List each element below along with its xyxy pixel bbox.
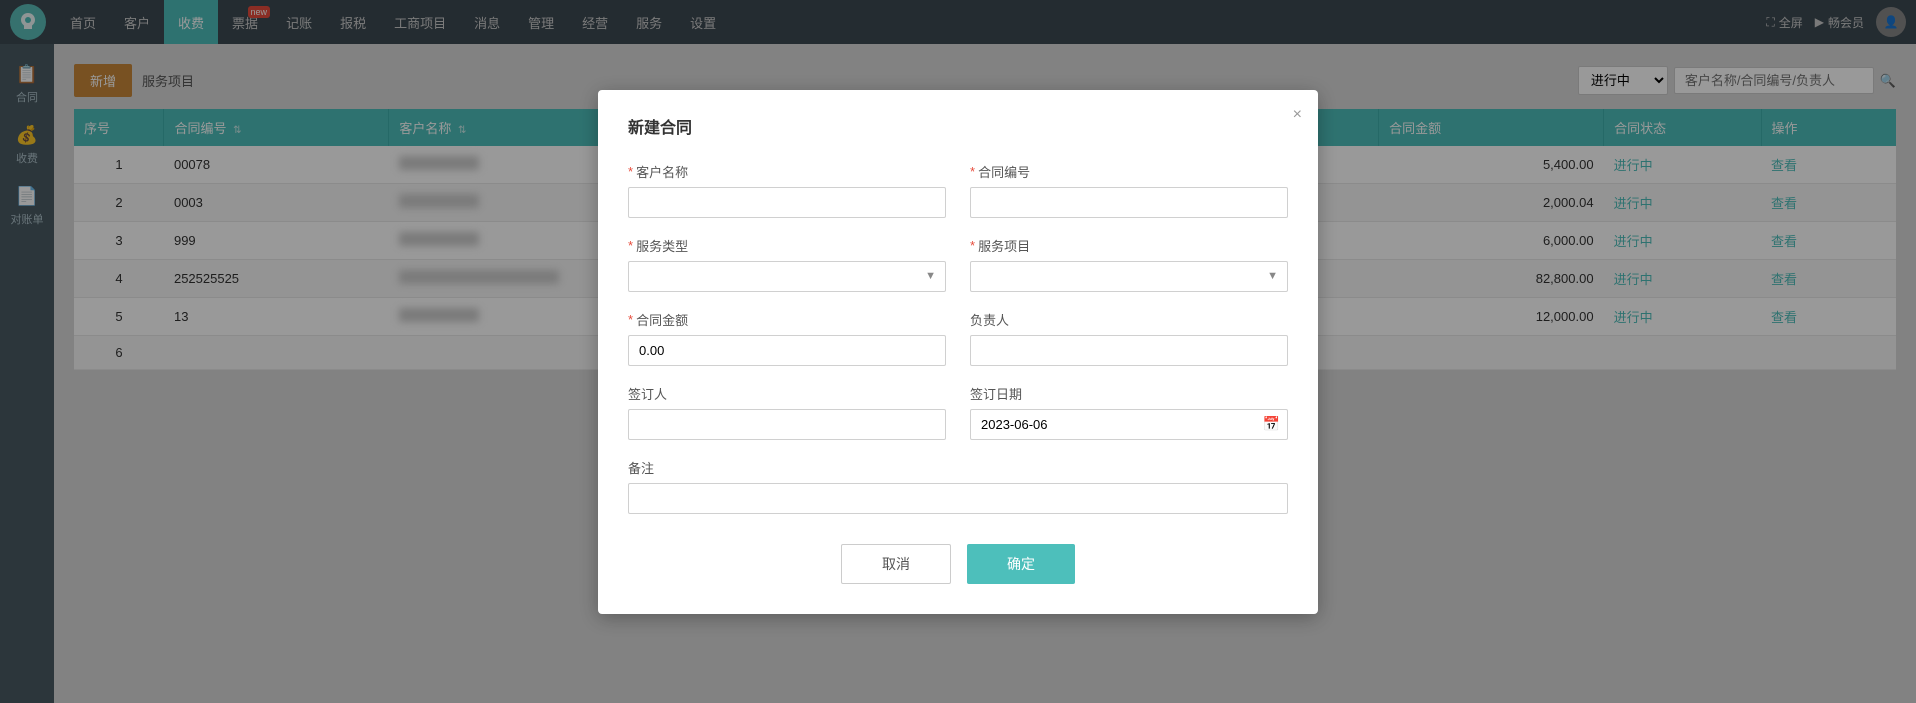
service-type-label: * 服务类型 — [628, 236, 946, 255]
sign-date-wrap: 📅 — [970, 409, 1288, 440]
required-marker4: * — [970, 238, 975, 253]
contract-no-input[interactable] — [970, 187, 1288, 218]
signer-label: 签订人 — [628, 384, 946, 403]
amount-label: * 合同金额 — [628, 310, 946, 329]
confirm-button[interactable]: 确定 — [967, 544, 1075, 584]
form-grid: * 客户名称 * 合同编号 * 服务类型 — [628, 162, 1288, 440]
field-service-item: * 服务项目 ▼ — [970, 236, 1288, 292]
notes-label: 备注 — [628, 458, 1288, 477]
cancel-button[interactable]: 取消 — [841, 544, 951, 584]
field-customer-name: * 客户名称 — [628, 162, 946, 218]
modal-overlay: 新建合同 × * 客户名称 * 合同编号 — [0, 0, 1916, 703]
service-item-select-wrap: ▼ — [970, 261, 1288, 292]
service-type-select[interactable] — [628, 261, 946, 292]
field-notes: 备注 — [628, 458, 1288, 514]
modal-close-button[interactable]: × — [1293, 106, 1302, 124]
service-item-label2: * 服务项目 — [970, 236, 1288, 255]
service-item-select[interactable] — [970, 261, 1288, 292]
field-amount: * 合同金额 — [628, 310, 946, 366]
required-marker5: * — [628, 312, 633, 327]
sign-date-label: 签订日期 — [970, 384, 1288, 403]
calendar-icon[interactable]: 📅 — [1263, 416, 1280, 433]
field-responsible: 负责人 — [970, 310, 1288, 366]
field-sign-date: 签订日期 📅 — [970, 384, 1288, 440]
modal-footer: 取消 确定 — [628, 544, 1288, 584]
required-marker: * — [628, 164, 633, 179]
required-marker2: * — [970, 164, 975, 179]
customer-name-input[interactable] — [628, 187, 946, 218]
responsible-label: 负责人 — [970, 310, 1288, 329]
signer-input[interactable] — [628, 409, 946, 440]
modal-title: 新建合同 — [628, 114, 1288, 138]
notes-input[interactable] — [628, 483, 1288, 514]
amount-input[interactable] — [628, 335, 946, 366]
field-signer: 签订人 — [628, 384, 946, 440]
customer-name-label: * 客户名称 — [628, 162, 946, 181]
contract-no-label: * 合同编号 — [970, 162, 1288, 181]
field-service-type: * 服务类型 ▼ — [628, 236, 946, 292]
sign-date-input[interactable] — [970, 409, 1288, 440]
service-type-select-wrap: ▼ — [628, 261, 946, 292]
responsible-input[interactable] — [970, 335, 1288, 366]
required-marker3: * — [628, 238, 633, 253]
field-contract-no: * 合同编号 — [970, 162, 1288, 218]
new-contract-modal: 新建合同 × * 客户名称 * 合同编号 — [598, 90, 1318, 614]
